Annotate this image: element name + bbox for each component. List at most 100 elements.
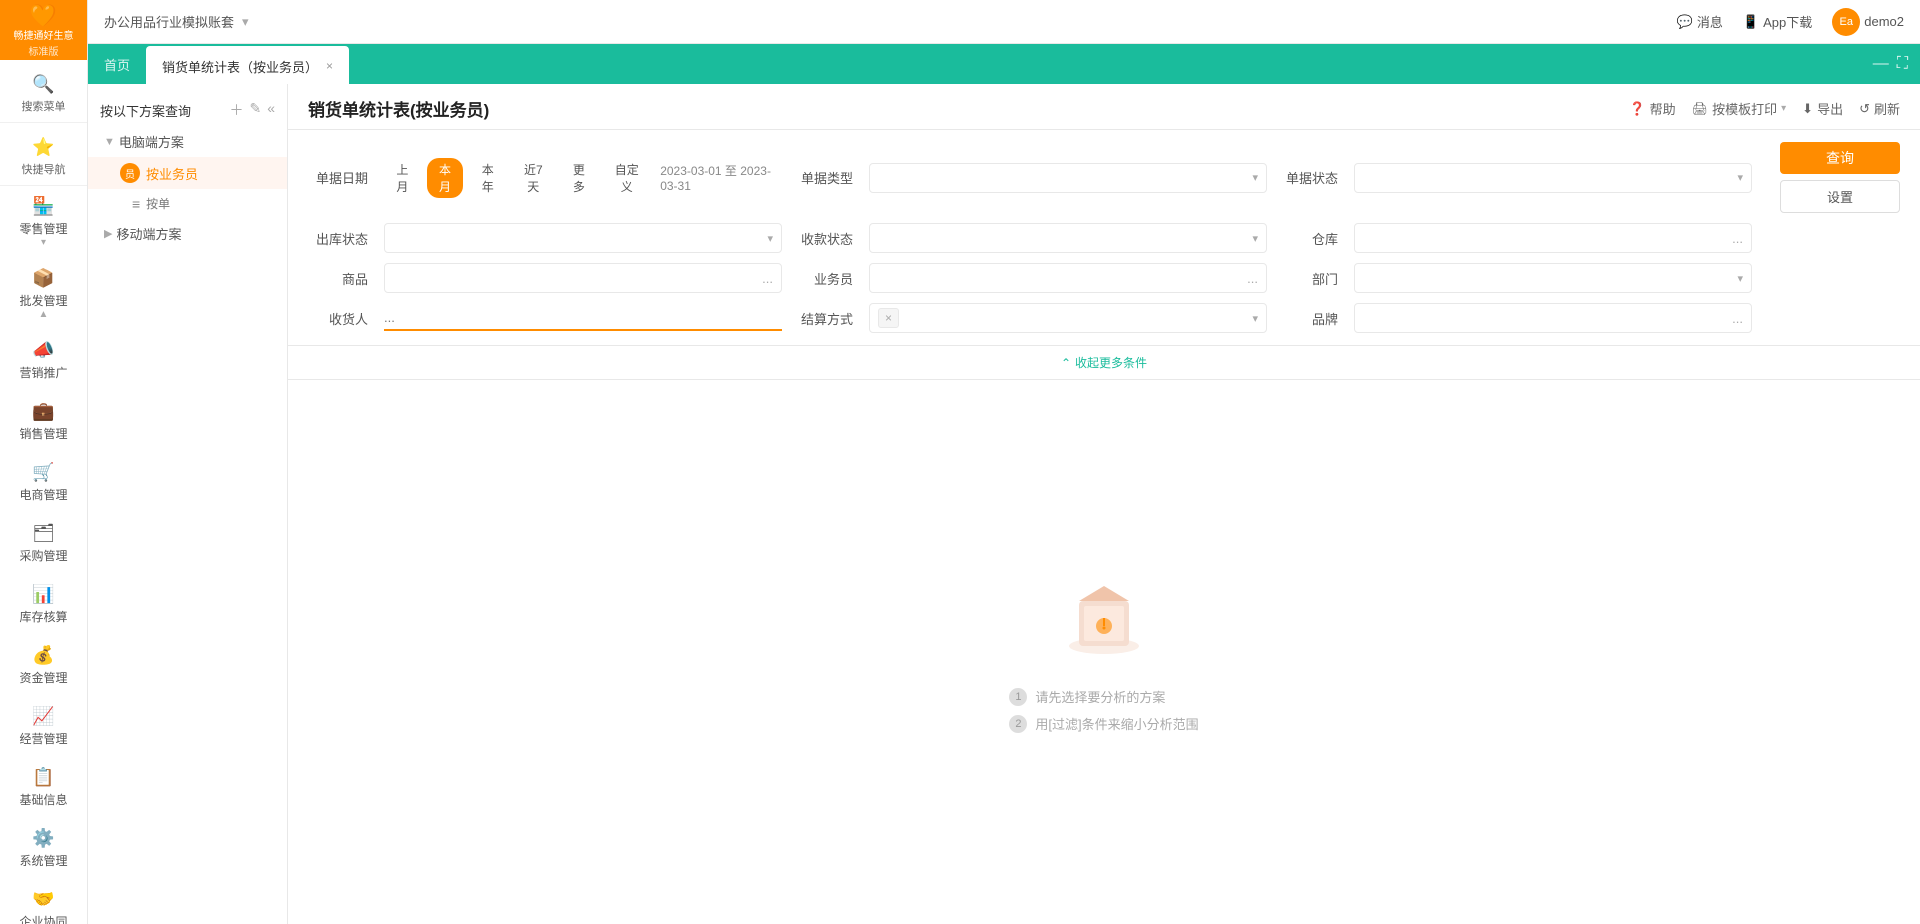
sidebar-item-purchase[interactable]: 🗂 采购管理 [0,513,87,574]
sidebar-item-wholesale[interactable]: 📦 批发管理 ▲ [0,258,87,330]
export-btn[interactable]: ⬇ 导出 [1802,99,1843,118]
message-label: 消息 [1697,12,1723,31]
topbar-right: 💬 消息 📱 App下载 Ea demo2 [1677,8,1904,36]
date-btn-7days[interactable]: 近7天 [512,158,554,198]
out-status-control: ▾ [384,223,782,253]
panel-item-salesperson[interactable]: 员 按业务员 [88,157,287,189]
receiver-input[interactable] [384,306,782,331]
sidebar-item-operation-label: 经营管理 [19,730,67,747]
topbar-dropdown-icon[interactable]: ▾ [242,14,249,30]
brand-dots: ... [1732,311,1743,326]
settlement-x-btn[interactable]: × [885,311,892,325]
panel-collapse-icon[interactable]: « [267,100,275,120]
brand-control: ... [1354,303,1752,333]
search-menu-section[interactable]: 🔍 搜索菜单 [0,60,87,123]
out-status-select[interactable]: ▾ [384,223,782,253]
settlement-select[interactable]: × ▾ [869,303,1267,333]
goods-select[interactable]: ... [384,263,782,293]
app-logo: 🧡 畅捷通好生意 标准版 [0,0,88,60]
dept-label: 部门 [1283,269,1338,288]
settlement-label: 结算方式 [798,309,853,328]
settlement-tag-value: × [878,308,899,328]
page-title: 销货单统计表(按业务员) [308,96,489,121]
tab-minimize-icon[interactable]: — [1873,55,1889,73]
message-btn[interactable]: 💬 消息 [1677,12,1723,31]
date-btn-more[interactable]: 更多 [561,158,598,198]
empty-state: 1 请先选择要分析的方案 2 用[过滤]条件来缩小分析范围 [288,380,1920,924]
panel-section-mobile: ▶ 移动端方案 [88,218,287,249]
sidebar-item-ecommerce[interactable]: 🛒 电商管理 [0,452,87,513]
dept-select[interactable]: ▾ [1354,263,1752,293]
tab-actions: — ⛶ [1873,55,1920,73]
ecommerce-icon: 🛒 [32,462,54,483]
marketing-icon: 📣 [32,340,54,361]
doc-status-select[interactable]: ▾ [1354,163,1752,193]
tab-home[interactable]: 首页 [88,44,146,84]
sidebar-item-marketing[interactable]: 📣 营销推广 [0,330,87,391]
brand-label: 品牌 [1283,309,1338,328]
doc-status-control: ▾ [1354,163,1752,193]
panel-header-actions: ＋ ✎ « [229,100,275,120]
refresh-btn[interactable]: ↺ 刷新 [1859,99,1900,118]
app-download-icon: 📱 [1743,14,1759,30]
panel-sub-item-order[interactable]: ≡ 按单 [88,189,287,218]
sidebar-item-system[interactable]: ⚙️ 系统管理 [0,818,87,879]
brand-select[interactable]: ... [1354,303,1752,333]
app-download-label: App下载 [1763,12,1812,31]
panel-edit-icon[interactable]: ✎ [249,100,261,120]
tip-2-text: 用[过滤]条件来缩小分析范围 [1035,714,1198,733]
date-btn-last-month[interactable]: 上月 [384,158,421,198]
warehouse-select[interactable]: ... [1354,223,1752,253]
sidebar-item-sales[interactable]: 💼 销售管理 [0,391,87,452]
filter-area: 单据日期 上月 本月 本年 近7天 更多 自定义 2023-03-01 至 20… [288,130,1920,346]
out-status-label: 出库状态 [308,229,368,248]
panel-add-icon[interactable]: ＋ [229,100,243,120]
date-filter: 上月 本月 本年 近7天 更多 自定义 2023-03-01 至 2023-03… [384,158,782,198]
panel-section-pc-title[interactable]: ▼ 电脑端方案 [88,126,287,157]
shortcut-nav-section[interactable]: ⭐ 快捷导航 [0,123,87,186]
user-menu[interactable]: Ea demo2 [1832,8,1904,36]
sidebar-item-retail[interactable]: 🏪 零售管理 ▾ [0,186,87,258]
goods-control: ... [384,263,782,293]
tab-sales-stat[interactable]: 销货单统计表（按业务员） × [146,46,349,86]
app-download-btn[interactable]: 📱 App下载 [1743,12,1812,31]
sidebar-item-finance[interactable]: 💰 资金管理 [0,635,87,696]
avatar: Ea [1832,8,1860,36]
sidebar-item-basic[interactable]: 📋 基础信息 [0,757,87,818]
sidebar-item-inventory[interactable]: 📊 库存核算 [0,574,87,635]
doc-type-select[interactable]: ▾ [869,163,1267,193]
purchase-icon: 🗂 [32,523,55,544]
dept-arrow: ▾ [1737,272,1743,285]
doc-type-control: ▾ [869,163,1267,193]
sidebar-item-finance-label: 资金管理 [19,669,67,686]
query-button[interactable]: 查询 [1780,142,1900,174]
tab-maximize-icon[interactable]: ⛶ [1897,55,1908,73]
system-icon: ⚙️ [32,828,54,849]
shortcut-nav-label: 快捷导航 [22,161,66,177]
salesperson-select[interactable]: ... [869,263,1267,293]
help-icon: ❓ [1629,101,1645,117]
help-btn[interactable]: ❓ 帮助 [1629,99,1675,118]
collapse-button[interactable]: ⌃ 收起更多条件 [1061,354,1147,371]
receipt-status-select[interactable]: ▾ [869,223,1267,253]
date-btn-custom[interactable]: 自定义 [603,158,650,198]
warehouse-label: 仓库 [1283,229,1338,248]
goods-label: 商品 [308,269,368,288]
topbar: 办公用品行业模拟账套 ▾ 💬 消息 📱 App下载 Ea demo2 [88,0,1920,44]
tip-2-num: 2 [1009,715,1027,733]
topbar-left: 办公用品行业模拟账套 ▾ [104,12,249,31]
sidebar: 🧡 畅捷通好生意 标准版 🔍 搜索菜单 ⭐ 快捷导航 🏪 零售管理 ▾ 📦 批发… [0,0,88,924]
sidebar-item-operation[interactable]: 📈 经营管理 [0,696,87,757]
sidebar-item-purchase-label: 采购管理 [19,547,67,564]
topbar-breadcrumb: 办公用品行业模拟账套 [104,12,234,31]
sidebar-item-corp[interactable]: 🤝 企业协同 [0,879,87,924]
message-icon: 💬 [1677,14,1693,30]
date-btn-this-year[interactable]: 本年 [469,158,506,198]
date-btn-this-month[interactable]: 本月 [427,158,464,198]
print-btn[interactable]: 🖨 按模板打印 ▾ [1692,99,1787,118]
panel-section-mobile-title[interactable]: ▶ 移动端方案 [88,218,287,249]
settings-button[interactable]: 设置 [1780,180,1900,213]
app-subtitle: 标准版 [29,43,59,58]
tab-close-icon[interactable]: × [326,59,333,73]
app-name: 畅捷通好生意 [10,31,78,43]
